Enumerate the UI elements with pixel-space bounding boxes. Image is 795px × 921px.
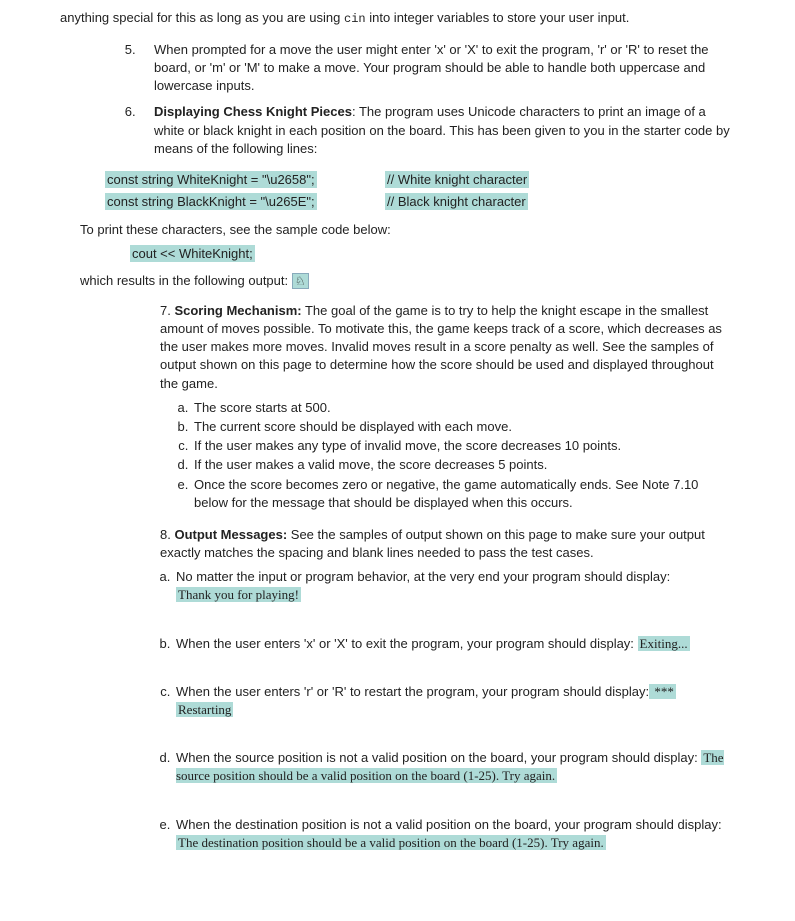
sec8-a-hl: Thank you for playing! <box>176 587 301 602</box>
item4-code: cin <box>344 12 366 26</box>
sec8-a: No matter the input or program behavior,… <box>174 568 735 604</box>
sec8-b-hl: Exiting... <box>638 636 690 651</box>
sec7-e: Once the score becomes zero or negative,… <box>192 476 735 512</box>
cout-line: cout << WhiteKnight; <box>130 245 255 262</box>
section-7-heading: 7. Scoring Mechanism: The goal of the ga… <box>160 302 735 393</box>
main-ordered-list: When prompted for a move the user might … <box>122 41 735 158</box>
knight-glyph-icon: ♘ <box>292 273 309 289</box>
print-note: To print these characters, see the sampl… <box>80 221 735 239</box>
code-black-comment: // Black knight character <box>385 193 528 210</box>
sec8-bold: Output Messages: <box>174 527 287 542</box>
sec7-b: The current score should be displayed wi… <box>192 418 735 436</box>
item6-bold: Displaying Chess Knight Pieces <box>154 104 352 119</box>
code-row-white: const string WhiteKnight = "\u2658"; // … <box>105 171 735 189</box>
sec8-c-hl1: *** <box>649 684 676 699</box>
code-row-black: const string BlackKnight = "\u265E"; // … <box>105 193 735 211</box>
sec7-label: 7. <box>160 303 174 318</box>
sec8-a-pre: No matter the input or program behavior,… <box>176 569 670 584</box>
section-8-heading: 8. Output Messages: See the samples of o… <box>160 526 735 562</box>
sec8-c-hl2: Restarting <box>176 702 233 717</box>
sec8-e-pre: When the destination position is not a v… <box>176 817 722 832</box>
sec8-sublist: No matter the input or program behavior,… <box>142 568 735 852</box>
sec7-sublist: The score starts at 500. The current sco… <box>160 399 735 512</box>
sec7-c: If the user makes any type of invalid mo… <box>192 437 735 455</box>
code-white-comment: // White knight character <box>385 171 529 188</box>
item4-tail: anything special for this as long as you… <box>60 9 735 28</box>
code-black-decl: const string BlackKnight = "\u265E"; <box>105 193 317 210</box>
sec8-d-pre: When the source position is not a valid … <box>176 750 701 765</box>
sec8-d: When the source position is not a valid … <box>174 749 735 785</box>
code-white-decl: const string WhiteKnight = "\u2658"; <box>105 171 317 188</box>
item-5: When prompted for a move the user might … <box>150 41 735 96</box>
sec8-e-hl: The destination position should be a val… <box>176 835 606 850</box>
sec7-bold: Scoring Mechanism: <box>174 303 301 318</box>
sec8-c: When the user enters 'r' or 'R' to resta… <box>174 683 735 719</box>
sec8-c-pre: When the user enters 'r' or 'R' to resta… <box>176 684 649 699</box>
sec8-label: 8. <box>160 527 174 542</box>
item5-text: When prompted for a move the user might … <box>154 42 709 93</box>
sec8-e: When the destination position is not a v… <box>174 816 735 852</box>
item4-post: into integer variables to store your use… <box>366 10 630 25</box>
item4-pre: anything special for this as long as you… <box>60 10 344 25</box>
sec7-a: The score starts at 500. <box>192 399 735 417</box>
sec8-b-pre: When the user enters 'x' or 'X' to exit … <box>176 636 638 651</box>
sec7-d: If the user makes a valid move, the scor… <box>192 456 735 474</box>
output-lead: which results in the following output: <box>80 273 288 288</box>
item-6: Displaying Chess Knight Pieces: The prog… <box>150 103 735 158</box>
sec8-b: When the user enters 'x' or 'X' to exit … <box>174 635 735 653</box>
